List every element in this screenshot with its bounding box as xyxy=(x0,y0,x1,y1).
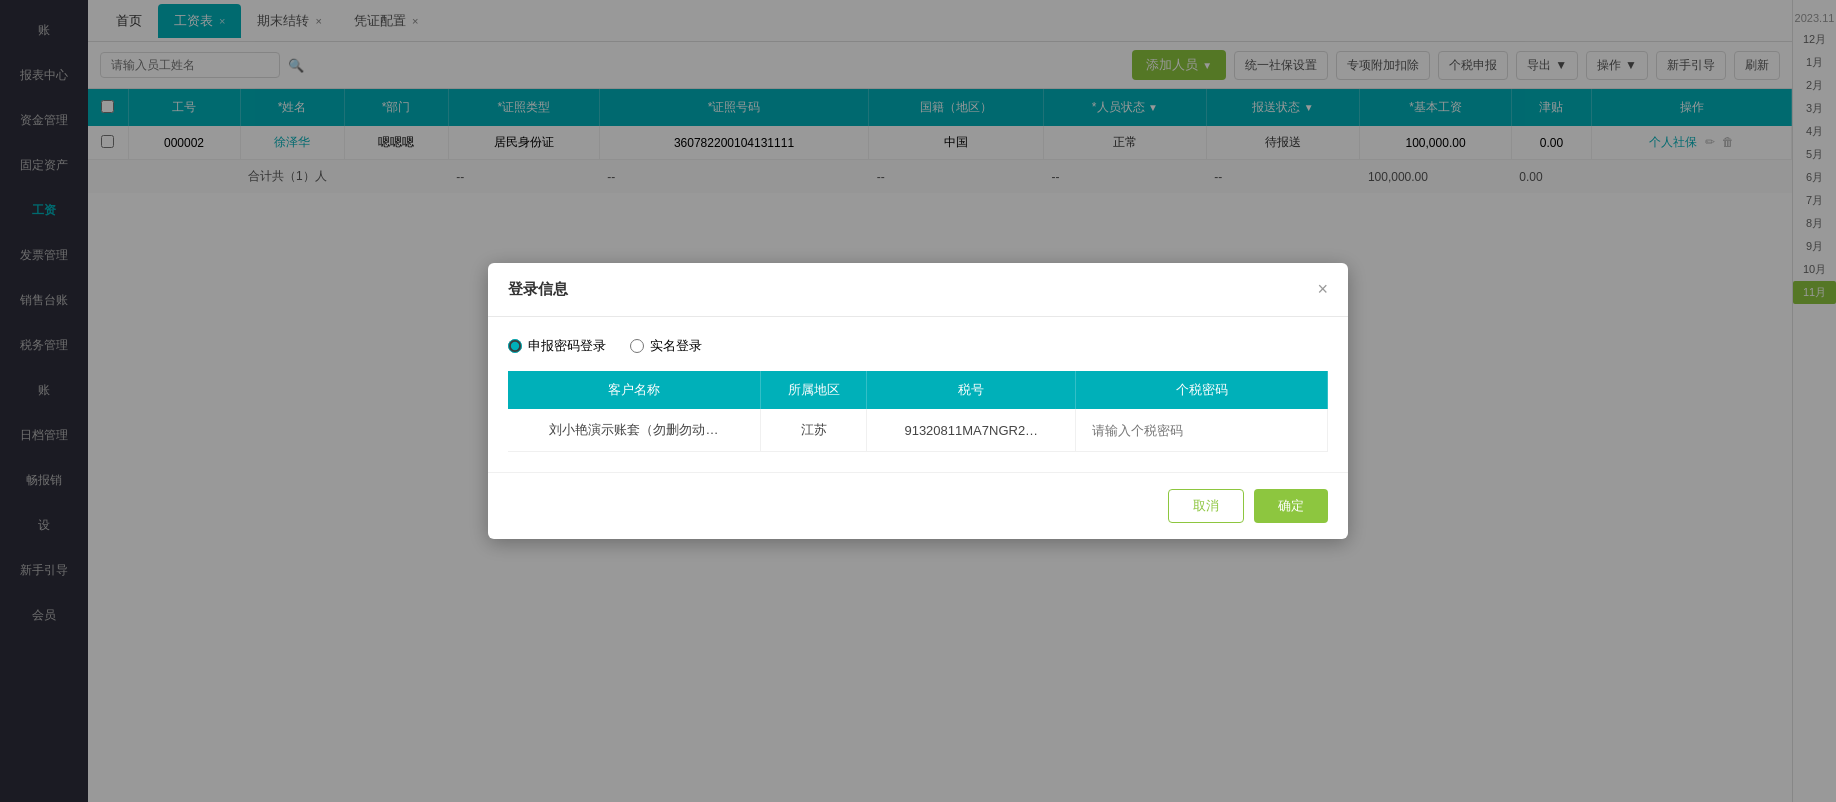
modal-col-name: 客户名称 xyxy=(508,371,760,409)
modal-cell-password[interactable] xyxy=(1076,409,1328,452)
modal-body: 申报密码登录 实名登录 客户名称 所属地区 xyxy=(488,317,1348,472)
modal-col-taxno: 税号 xyxy=(867,371,1076,409)
radio-realname-input[interactable] xyxy=(630,339,644,353)
modal-cell-name: 刘小艳演示账套（勿删勿动… xyxy=(508,409,760,452)
modal-cell-taxno: 91320811MA7NGR2… xyxy=(867,409,1076,452)
modal-cell-region: 江苏 xyxy=(760,409,866,452)
modal-footer: 取消 确定 xyxy=(488,472,1348,539)
modal-header: 登录信息 × xyxy=(488,263,1348,317)
modal-col-region: 所属地区 xyxy=(760,371,866,409)
modal-close-button[interactable]: × xyxy=(1317,279,1328,300)
cancel-button[interactable]: 取消 xyxy=(1168,489,1244,523)
login-info-modal: 登录信息 × 申报密码登录 实名登录 客户名称 xyxy=(488,263,1348,539)
modal-col-password: 个税密码 xyxy=(1076,371,1328,409)
tax-password-input[interactable] xyxy=(1092,423,1311,438)
modal-overlay: 登录信息 × 申报密码登录 实名登录 客户名称 xyxy=(0,0,1836,802)
modal-client-table: 客户名称 所属地区 税号 个税密码 xyxy=(508,371,1328,452)
modal-title: 登录信息 xyxy=(508,280,568,299)
radio-password-input[interactable] xyxy=(508,339,522,353)
confirm-button[interactable]: 确定 xyxy=(1254,489,1328,523)
radio-realname-login[interactable]: 实名登录 xyxy=(630,337,702,355)
radio-password-login[interactable]: 申报密码登录 xyxy=(508,337,606,355)
modal-table-row: 刘小艳演示账套（勿删勿动… 江苏 91320811MA7NGR2… xyxy=(508,409,1328,452)
login-type-radio-group: 申报密码登录 实名登录 xyxy=(508,337,1328,355)
